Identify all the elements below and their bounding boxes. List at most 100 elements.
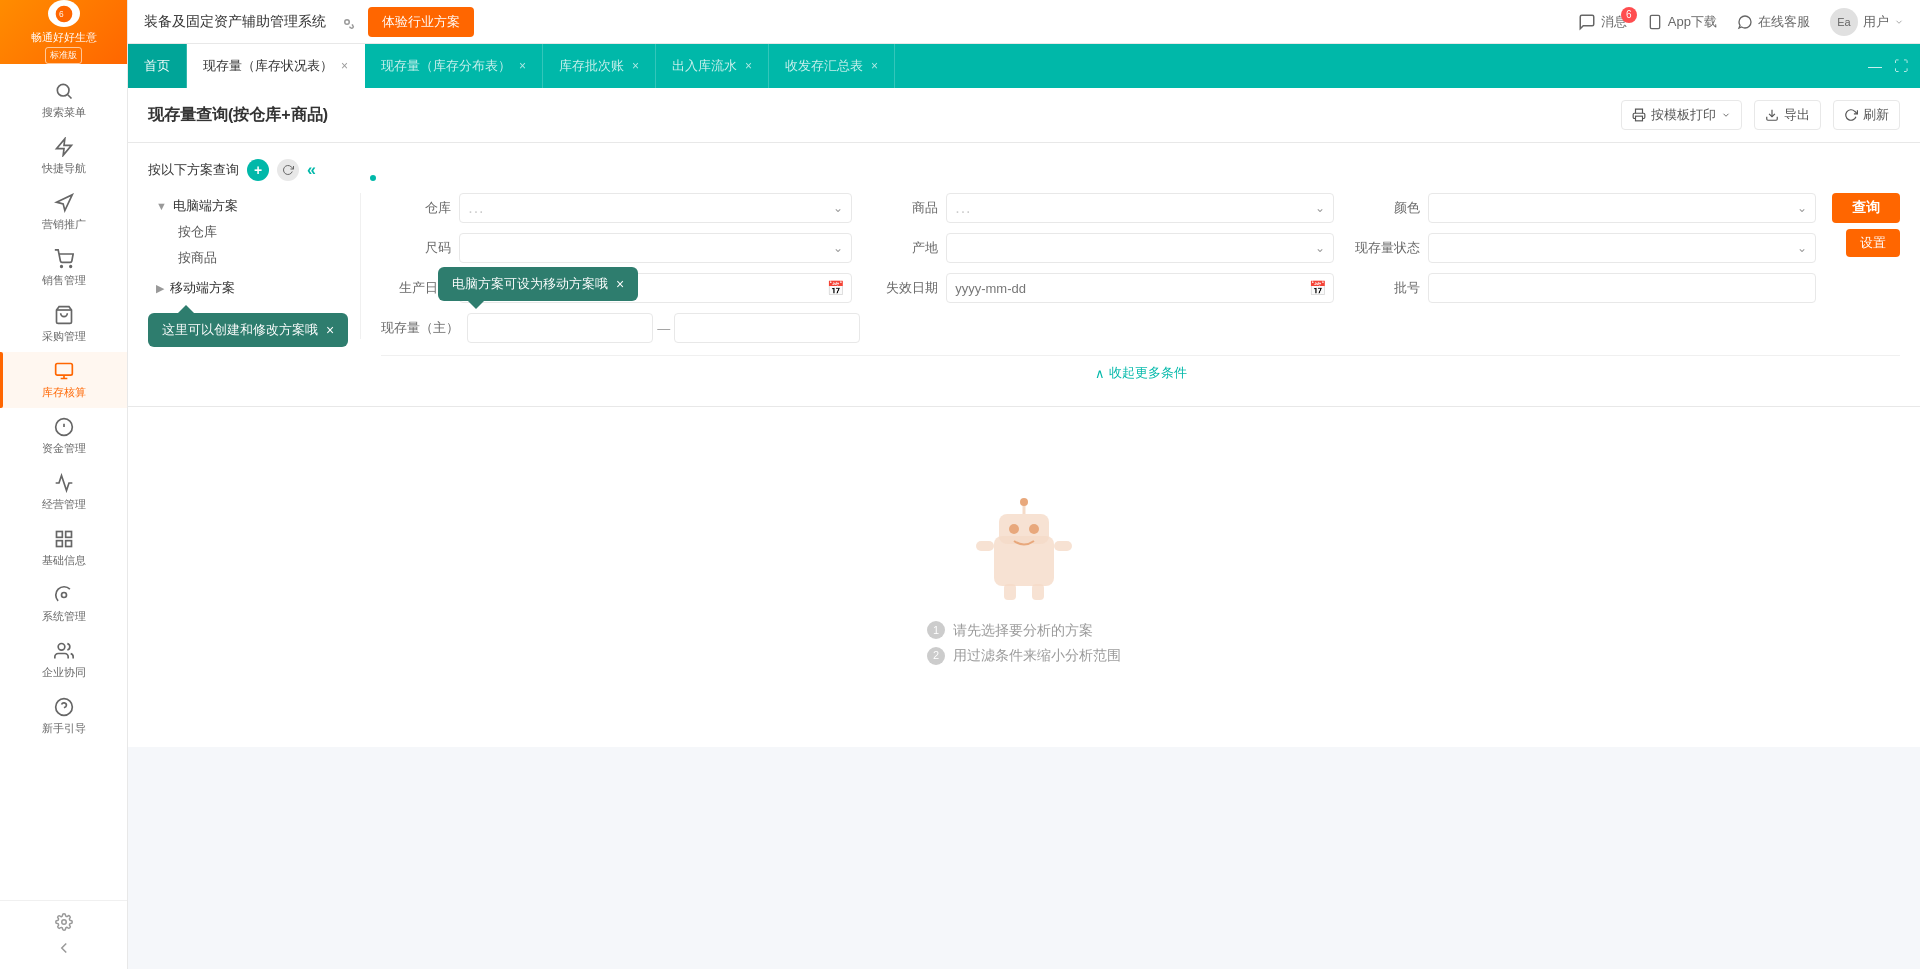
sidebar-item-operations[interactable]: 经营管理 (0, 464, 127, 520)
sidebar-item-purchase[interactable]: 采购管理 (0, 296, 127, 352)
sidebar-item-marketing[interactable]: 营销推广 (0, 184, 127, 240)
collapse-bar[interactable]: ∧ 收起更多条件 (381, 355, 1900, 390)
online-service-label: 在线客服 (1758, 13, 1810, 31)
tab-inventory-status[interactable]: 现存量（库存状况表） × (187, 44, 365, 88)
tooltip2-close[interactable]: × (326, 322, 334, 338)
sidebar-item-inventory[interactable]: 库存核算 (0, 352, 127, 408)
sidebar-item-label: 基础信息 (42, 553, 86, 568)
gear-icon[interactable] (338, 13, 356, 31)
main-content: 现存量查询(按仓库+商品) 按模板打印 导出 刷新 按以下方案查询 + (128, 88, 1920, 969)
expiry-date-row: 失效日期 📅 (868, 273, 1334, 303)
tabs-bar: 首页 现存量（库存状况表） × 现存量（库存分布表） × 库存批次账 × 出入库… (128, 44, 1920, 88)
expiry-date-input[interactable] (946, 273, 1334, 303)
logo-icon: 6 (48, 0, 80, 27)
size-select[interactable]: ⌄ (459, 233, 852, 263)
range-dash: — (657, 321, 670, 336)
filter-arrow-btn[interactable]: « (307, 161, 316, 179)
tab-close-icon[interactable]: × (871, 59, 878, 73)
empty-tips: 1 请先选择要分析的方案 2 用过滤条件来缩小分析范围 (927, 618, 1121, 668)
batch-input[interactable] (1428, 273, 1816, 303)
svg-point-21 (345, 19, 350, 24)
empty-tip-2: 2 用过滤条件来缩小分析范围 (927, 643, 1121, 668)
print-template-label: 按模板打印 (1651, 106, 1716, 124)
chevron-up-icon: ∧ (1095, 366, 1105, 381)
sidebar-item-label: 库存核算 (42, 385, 86, 400)
tab-collect-summary[interactable]: 收发存汇总表 × (769, 44, 895, 88)
svg-point-5 (60, 265, 62, 267)
svg-rect-30 (976, 541, 994, 551)
scheme-item-warehouse[interactable]: 按仓库 (148, 219, 348, 245)
sidebar-item-newbie[interactable]: 新手引导 (0, 688, 127, 744)
tooltip1-close[interactable]: × (616, 276, 624, 292)
message-btn[interactable]: 6 消息 (1578, 13, 1627, 31)
sidebar-item-basic-info[interactable]: 基础信息 (0, 520, 127, 576)
goods-select[interactable]: ... ⌄ (946, 193, 1334, 223)
tab-close-icon[interactable]: × (341, 59, 348, 73)
tab-home[interactable]: 首页 (128, 44, 187, 88)
svg-point-35 (1020, 498, 1028, 506)
tab-batch-account[interactable]: 库存批次账 × (543, 44, 656, 88)
inventory-max-input[interactable] (674, 313, 860, 343)
filter-area: 按以下方案查询 + « 电脑方案可设为移动方案哦 × ▼ (128, 143, 1920, 407)
filter-refresh-btn[interactable] (277, 159, 299, 181)
dot-indicator (368, 173, 378, 183)
system-name: 装备及固定资产辅助管理系统 (144, 13, 326, 31)
sidebar-item-system[interactable]: 系统管理 (0, 576, 127, 632)
sidebar-item-cooperation[interactable]: 企业协同 (0, 632, 127, 688)
sidebar-item-quick-nav[interactable]: 快捷导航 (0, 128, 127, 184)
tab-close-icon[interactable]: × (745, 59, 752, 73)
print-template-btn[interactable]: 按模板打印 (1621, 100, 1742, 130)
svg-point-29 (1029, 524, 1039, 534)
svg-rect-24 (1636, 116, 1643, 121)
inventory-main-label: 现存量（主） (381, 319, 459, 337)
scheme-group-desktop: ▼ 电脑端方案 按仓库 按商品 (148, 193, 348, 271)
reset-btn[interactable]: 设置 (1846, 229, 1900, 257)
inventory-status-select[interactable]: ⌄ (1428, 233, 1816, 263)
svg-rect-32 (1004, 584, 1016, 600)
filter-label: 按以下方案查询 (148, 161, 239, 179)
tab-expand-icon[interactable]: ⛶ (1894, 58, 1908, 74)
warehouse-select[interactable]: ... ⌄ (459, 193, 852, 223)
app-download-btn[interactable]: App下载 (1647, 13, 1717, 31)
svg-rect-15 (65, 540, 71, 546)
scheme-group-header-mobile[interactable]: ▶ 移动端方案 (148, 275, 348, 301)
warehouse-filter-row: 仓库 ... ⌄ (381, 193, 852, 223)
sidebar-item-finance[interactable]: 资金管理 (0, 408, 127, 464)
refresh-btn[interactable]: 刷新 (1833, 100, 1900, 130)
tab-inventory-dist[interactable]: 现存量（库存分布表） × (365, 44, 543, 88)
filter-add-btn[interactable]: + (247, 159, 269, 181)
chevron-down-icon: ⌄ (1315, 241, 1325, 255)
user-area[interactable]: Ea 用户 (1830, 8, 1904, 36)
online-service-btn[interactable]: 在线客服 (1737, 13, 1810, 31)
color-select[interactable]: ⌄ (1428, 193, 1816, 223)
page-actions: 按模板打印 导出 刷新 (1621, 100, 1900, 130)
logo-area: 6 畅通好好生意 标准版 (0, 0, 127, 64)
sidebar-settings-btn[interactable] (55, 913, 73, 931)
sidebar-item-label: 搜索菜单 (42, 105, 86, 120)
chevron-down-icon: ⌄ (833, 241, 843, 255)
sidebar-nav: 搜索菜单 快捷导航 营销推广 销售管理 采购管理 库存核算 (0, 64, 127, 900)
svg-text:6: 6 (59, 9, 64, 19)
svg-point-28 (1009, 524, 1019, 534)
trial-industry-btn[interactable]: 体验行业方案 (368, 7, 474, 37)
tab-close-icon[interactable]: × (632, 59, 639, 73)
sidebar-item-sales[interactable]: 销售管理 (0, 240, 127, 296)
tab-collapse-icon[interactable]: — (1868, 58, 1882, 74)
sidebar-item-label: 企业协同 (42, 665, 86, 680)
scheme-group-mobile: ▶ 移动端方案 (148, 275, 348, 301)
export-btn[interactable]: 导出 (1754, 100, 1821, 130)
origin-select[interactable]: ⌄ (946, 233, 1334, 263)
scheme-group-header-desktop[interactable]: ▼ 电脑端方案 (148, 193, 348, 219)
scheme-group-label: 移动端方案 (170, 279, 235, 297)
inventory-min-input[interactable] (467, 313, 653, 343)
svg-point-0 (55, 5, 72, 22)
warehouse-dots: ... (468, 199, 484, 217)
search-btn[interactable]: 查询 (1832, 193, 1900, 223)
scheme-item-goods[interactable]: 按商品 (148, 245, 348, 271)
sidebar-item-search-menu[interactable]: 搜索菜单 (0, 72, 127, 128)
tab-inout-flow[interactable]: 出入库流水 × (656, 44, 769, 88)
svg-point-17 (58, 643, 65, 650)
sidebar-collapse-btn[interactable] (55, 939, 73, 957)
tab-close-icon[interactable]: × (519, 59, 526, 73)
arrow-icon: ▼ (156, 200, 167, 212)
